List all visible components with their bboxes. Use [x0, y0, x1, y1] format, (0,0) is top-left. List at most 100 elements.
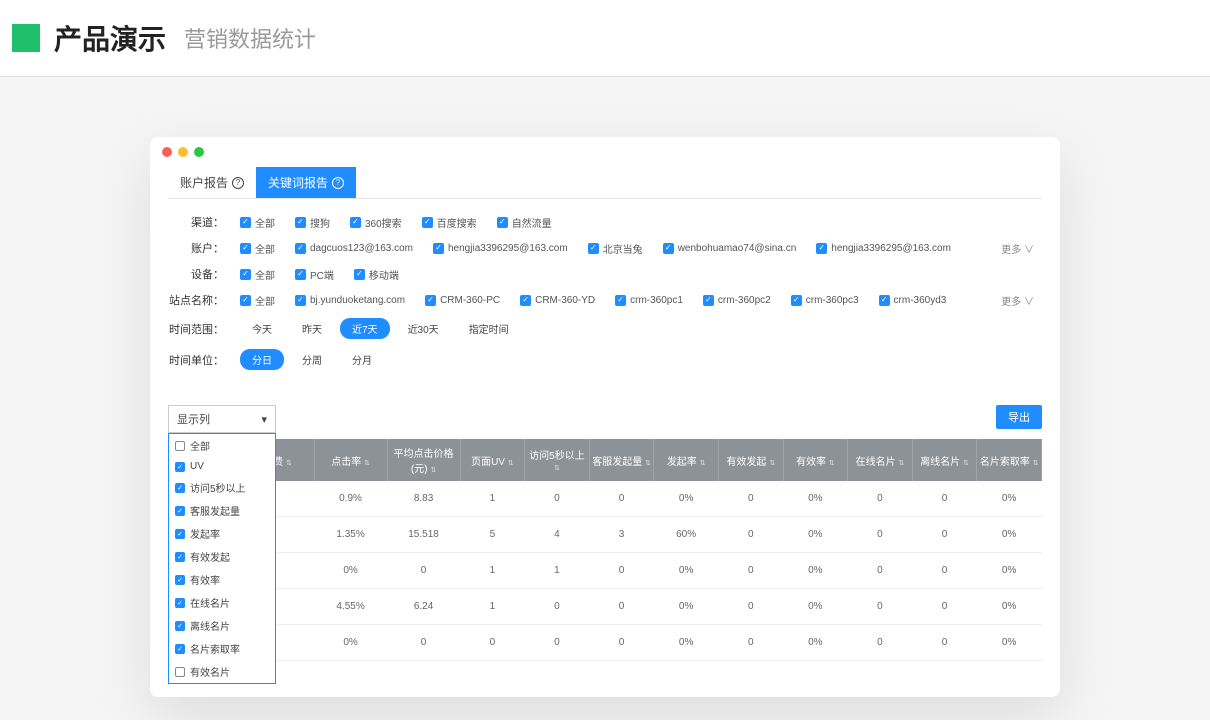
checkbox-icon: ✓: [295, 295, 306, 306]
filter-option[interactable]: ✓移动端: [354, 267, 399, 282]
dropdown-item[interactable]: 有效名片: [169, 660, 275, 683]
cell: 0: [848, 589, 913, 625]
filter-option-label: bj.yunduoketang.com: [310, 295, 405, 306]
help-icon[interactable]: ?: [332, 177, 344, 189]
table-header[interactable]: 发起率 ⇅: [654, 439, 719, 481]
dropdown-item-label: 名片索取率: [190, 641, 240, 656]
filter-option[interactable]: ✓dagcuos123@163.com: [295, 243, 413, 254]
checkbox-icon: ✓: [354, 269, 365, 280]
filter-option[interactable]: ✓hengjia3396295@163.com: [433, 243, 568, 254]
time-pill[interactable]: 分日: [240, 349, 284, 370]
more-link[interactable]: 更多 ∨: [1001, 293, 1042, 308]
columns-dropdown-toggle[interactable]: 显示列 ▾: [168, 405, 276, 433]
time-pill[interactable]: 近7天: [340, 318, 390, 339]
time-pill[interactable]: 近30天: [396, 318, 451, 339]
filter-option[interactable]: ✓PC端: [295, 267, 334, 282]
filter-option[interactable]: ✓搜狗: [295, 215, 330, 230]
filter-option-label: crm-360pc2: [718, 295, 771, 306]
table-header[interactable]: 名片索取率 ⇅: [977, 439, 1042, 481]
filter-option[interactable]: ✓crm-360pc1: [615, 295, 683, 306]
dropdown-item[interactable]: ✓在线名片: [169, 591, 275, 614]
page-title: 产品演示: [54, 18, 166, 58]
filter-option[interactable]: ✓ crm-360pc2: [703, 295, 771, 306]
time-pill[interactable]: 分周: [290, 349, 334, 370]
cell: 0%: [654, 625, 719, 661]
filter-option[interactable]: ✓百度搜索: [422, 215, 477, 230]
filter-option[interactable]: ✓crm-360pc3: [791, 295, 859, 306]
time-pill[interactable]: 分月: [340, 349, 384, 370]
checkbox-icon: [175, 441, 185, 451]
cell: 0: [589, 553, 654, 589]
dropdown-item[interactable]: ✓客服发起量: [169, 499, 275, 522]
checkbox-icon: ✓: [175, 598, 185, 608]
minimize-icon[interactable]: [178, 147, 188, 157]
filter-option[interactable]: ✓全部: [240, 293, 275, 308]
time-pill[interactable]: 指定时间: [457, 318, 521, 339]
filter-option-label: hengjia3396295@163.com: [448, 243, 568, 254]
columns-dropdown[interactable]: 显示列 ▾ 全部✓UV✓访问5秒以上✓客服发起量✓发起率✓有效发起✓有效率✓在线…: [168, 405, 276, 433]
table-header[interactable]: 离线名片 ⇅: [912, 439, 977, 481]
dropdown-item-label: UV: [190, 461, 204, 472]
checkbox-icon: ✓: [879, 295, 890, 306]
table-header[interactable]: 在线名片 ⇅: [848, 439, 913, 481]
filter-option[interactable]: ✓wenbohuamao74@sina.cn: [663, 243, 797, 254]
tab-keyword-report[interactable]: 关键词报告 ?: [256, 167, 356, 198]
sort-icon: ⇅: [769, 460, 775, 467]
close-icon[interactable]: [162, 147, 172, 157]
table-header[interactable]: 平均点击价格(元) ⇅: [387, 439, 460, 481]
help-icon[interactable]: ?: [232, 177, 244, 189]
filter-option[interactable]: ✓ bj.yunduoketang.com: [295, 295, 405, 306]
table-header[interactable]: 点击率 ⇅: [314, 439, 387, 481]
time-pill[interactable]: 今天: [240, 318, 284, 339]
table-row: bj-云朵课堂 1.35% 15.518 5 4 3 60% 0 0% 0 0 …: [168, 517, 1042, 553]
dropdown-item[interactable]: ✓有效率: [169, 568, 275, 591]
cell: 0%: [783, 517, 848, 553]
sort-icon: ⇅: [554, 465, 560, 472]
filter-row: 时间范围：今天 昨天 近7天 近30天 指定时间: [168, 313, 1042, 344]
tab-account-report[interactable]: 账户报告 ?: [168, 167, 256, 198]
cell: 0%: [314, 553, 387, 589]
sort-icon: ⇅: [1033, 460, 1039, 467]
filter-option[interactable]: ✓hengjia3396295@163.com: [816, 243, 951, 254]
cell: 0%: [977, 517, 1042, 553]
filter-option[interactable]: ✓crm-360yd3: [879, 295, 947, 306]
dropdown-item[interactable]: ✓有效发起: [169, 545, 275, 568]
filter-option[interactable]: ✓CRM-360-PC: [425, 295, 500, 306]
checkbox-icon: ✓: [175, 529, 185, 539]
dropdown-item[interactable]: ✓访问5秒以上: [169, 476, 275, 499]
table-header[interactable]: 有效发起 ⇅: [718, 439, 783, 481]
cell: 0: [848, 517, 913, 553]
checkbox-icon: ✓: [175, 506, 185, 516]
table-header[interactable]: 客服发起量 ⇅: [589, 439, 654, 481]
filter-option[interactable]: ✓自然流量: [497, 215, 552, 230]
cell: 0: [387, 553, 460, 589]
checkbox-icon: ✓: [703, 295, 714, 306]
more-link[interactable]: 更多 ∨: [1001, 241, 1042, 256]
cell: 5: [460, 517, 525, 553]
table-header[interactable]: 访问5秒以上 ⇅: [525, 439, 590, 481]
filter-option[interactable]: ✓全部: [240, 241, 275, 256]
filter-option[interactable]: ✓全部: [240, 215, 275, 230]
checkbox-icon: ✓: [240, 217, 251, 228]
cell: 0: [718, 625, 783, 661]
cell: 0: [912, 517, 977, 553]
dropdown-item[interactable]: ✓UV: [169, 457, 275, 476]
table-header[interactable]: 页面UV ⇅: [460, 439, 525, 481]
cell: 0: [912, 553, 977, 589]
export-button[interactable]: 导出: [996, 405, 1042, 429]
dropdown-item[interactable]: ✓名片索取率: [169, 637, 275, 660]
filter-option[interactable]: ✓360搜索: [350, 215, 402, 230]
cell: 6.24: [387, 589, 460, 625]
table-row: bj-云朵课堂 0.9% 8.83 1 0 0 0% 0 0% 0 0 0%: [168, 481, 1042, 517]
table-header[interactable]: 有效率 ⇅: [783, 439, 848, 481]
maximize-icon[interactable]: [194, 147, 204, 157]
time-pill[interactable]: 昨天: [290, 318, 334, 339]
filter-option[interactable]: ✓北京当兔: [588, 241, 643, 256]
dropdown-item[interactable]: 全部: [169, 434, 275, 457]
cell: 1: [525, 553, 590, 589]
brand-block: [12, 24, 40, 52]
filter-option[interactable]: ✓全部: [240, 267, 275, 282]
dropdown-item[interactable]: ✓离线名片: [169, 614, 275, 637]
filter-option[interactable]: ✓CRM-360-YD: [520, 295, 595, 306]
dropdown-item[interactable]: ✓发起率: [169, 522, 275, 545]
